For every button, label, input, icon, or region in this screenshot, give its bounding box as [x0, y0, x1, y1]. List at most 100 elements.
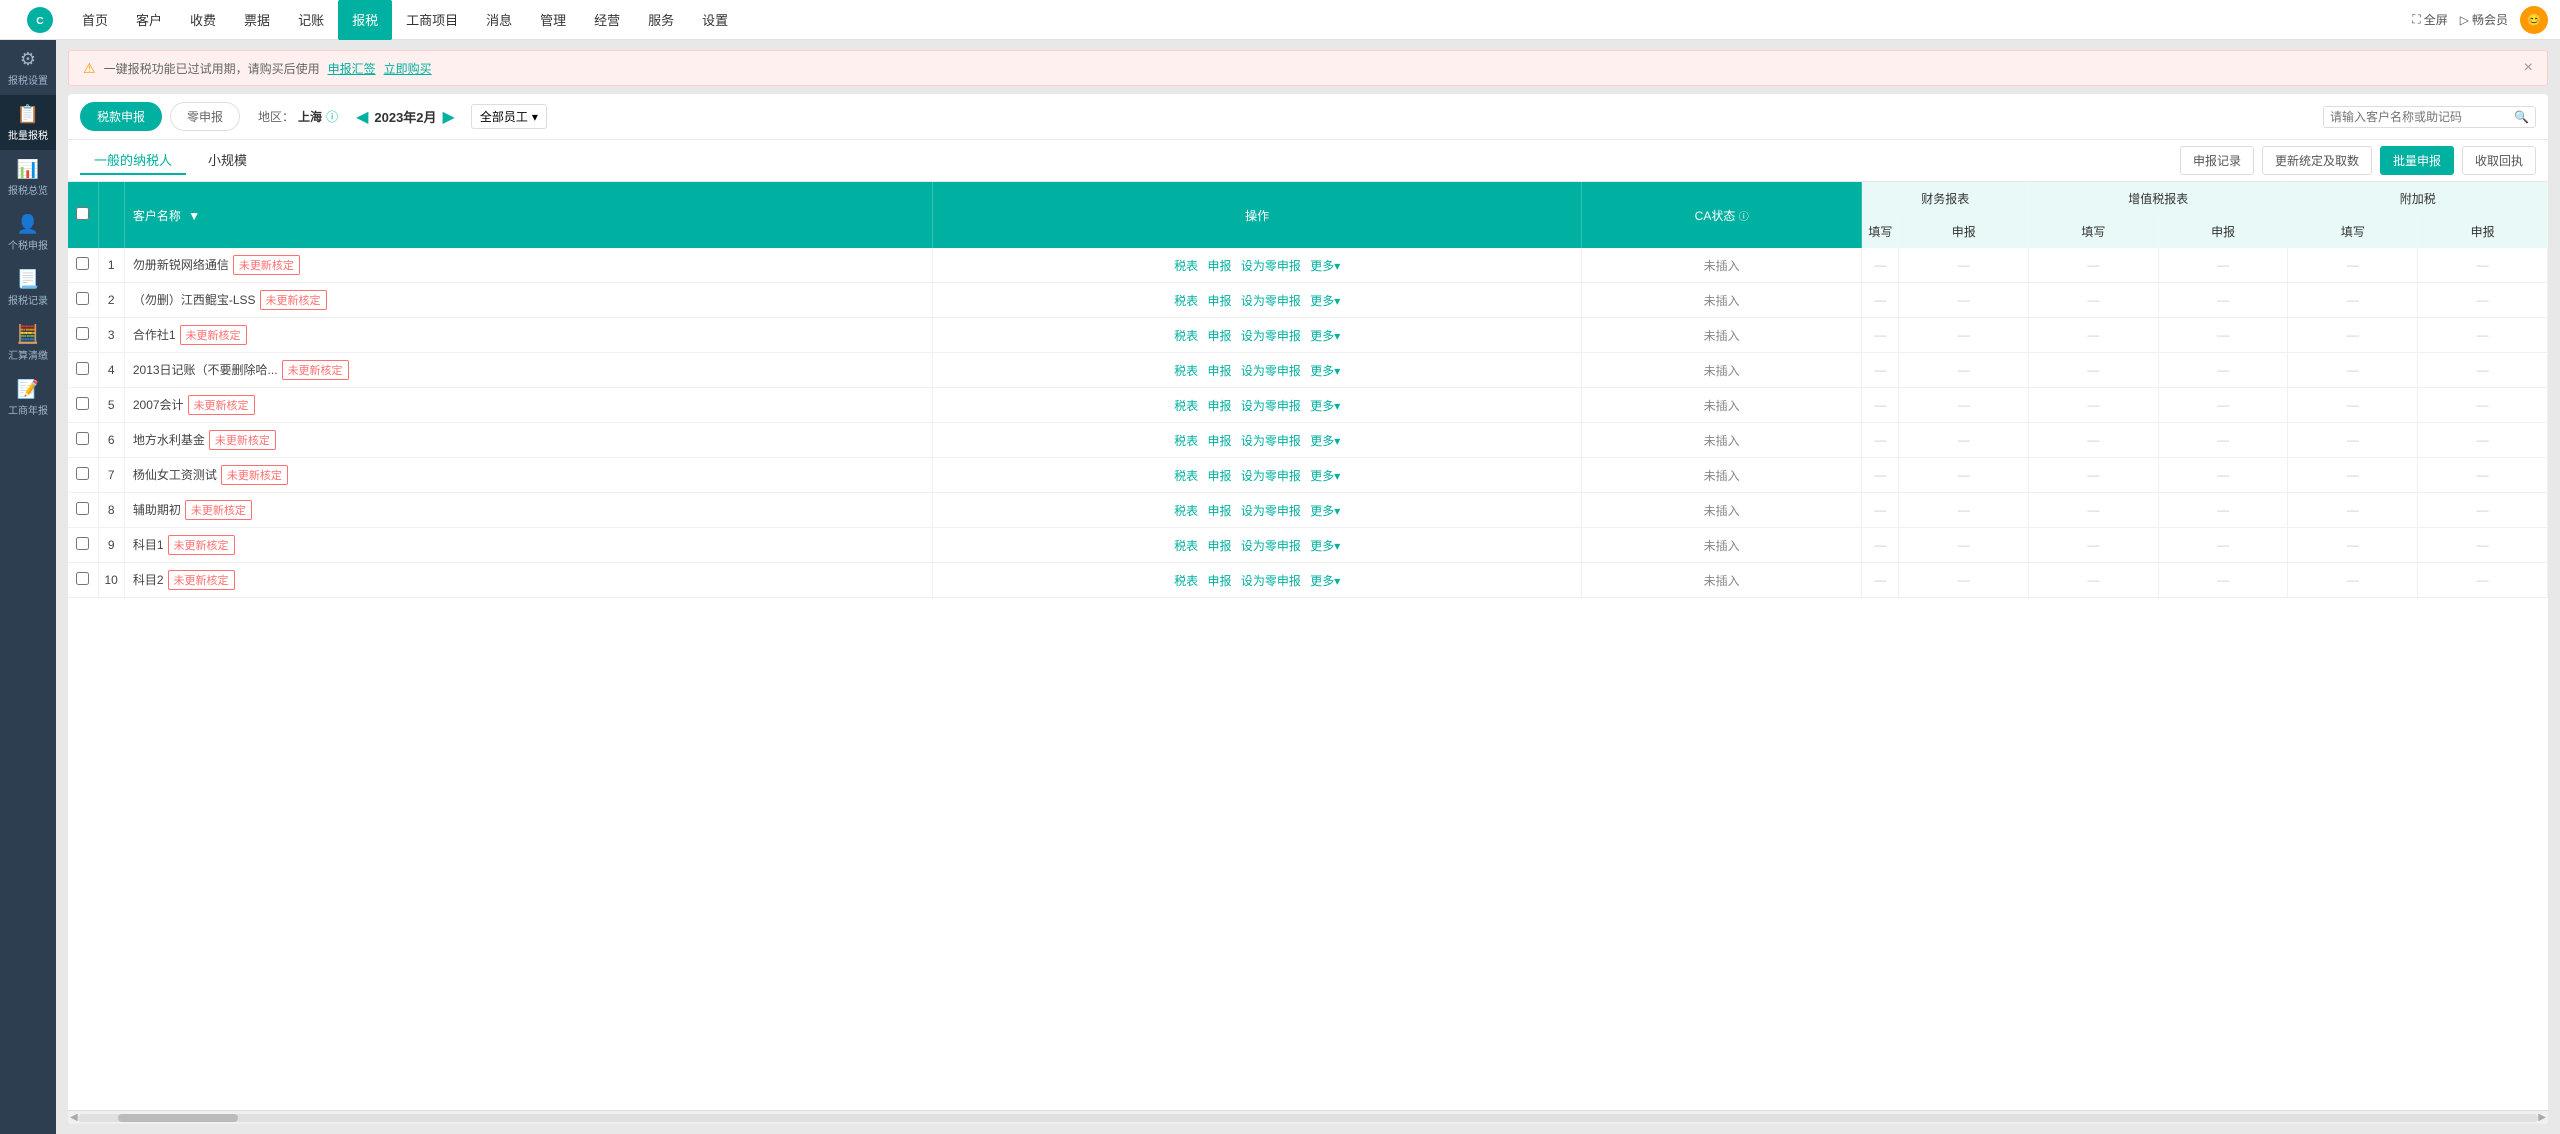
action-zero-3[interactable]: 设为零申报: [1241, 364, 1301, 378]
sidebar-item-5[interactable]: 🧮汇算清缴: [0, 315, 56, 370]
tab-zero-declare-button[interactable]: 零申报: [170, 102, 240, 131]
fullscreen-button[interactable]: ⛶ 全屏: [2412, 11, 2447, 28]
notice-close-button[interactable]: ×: [2524, 59, 2533, 77]
select-all-checkbox[interactable]: [76, 207, 89, 220]
sidebar-item-0[interactable]: ⚙报税设置: [0, 40, 56, 95]
action-taxform-3[interactable]: 税表: [1174, 364, 1198, 378]
collect-button[interactable]: 收取回执: [2462, 146, 2536, 175]
action-zero-4[interactable]: 设为零申报: [1241, 399, 1301, 413]
scroll-left-icon[interactable]: ◀: [70, 1112, 78, 1123]
tab-general-taxpayer[interactable]: 一般的纳税人: [80, 146, 186, 175]
action-more-4[interactable]: 更多▾: [1310, 399, 1340, 413]
action-declare-3[interactable]: 申报: [1207, 364, 1231, 378]
action-zero-2[interactable]: 设为零申报: [1241, 329, 1301, 343]
action-more-7[interactable]: 更多▾: [1310, 504, 1340, 518]
scroll-right-icon[interactable]: ▶: [2538, 1112, 2546, 1123]
main-area: ⚠ 一键报税功能已过试用期，请购买后使用 申报汇签 立即购买 × 税款申报 零申…: [56, 40, 2560, 1134]
sidebar-item-3[interactable]: 👤个税申报: [0, 205, 56, 260]
action-taxform-1[interactable]: 税表: [1174, 294, 1198, 308]
avatar[interactable]: 😊: [2520, 6, 2548, 34]
action-declare-1[interactable]: 申报: [1207, 294, 1231, 308]
row-checkbox-3[interactable]: [68, 353, 98, 388]
action-zero-7[interactable]: 设为零申报: [1241, 504, 1301, 518]
topnav-item-工商项目[interactable]: 工商项目: [392, 0, 472, 40]
tab-tax-declare-button[interactable]: 税款申报: [80, 102, 162, 131]
topnav-item-服务[interactable]: 服务: [634, 0, 688, 40]
row-checkbox-4[interactable]: [68, 388, 98, 423]
action-declare-8[interactable]: 申报: [1207, 539, 1231, 553]
staff-selector[interactable]: 全部员工 ▾: [471, 104, 547, 129]
sub-col-fill2: 填写: [2029, 215, 2159, 248]
row-checkbox-0[interactable]: [68, 248, 98, 283]
action-more-9[interactable]: 更多▾: [1310, 574, 1340, 588]
action-taxform-4[interactable]: 税表: [1174, 399, 1198, 413]
sidebar-item-2[interactable]: 📊报税总览: [0, 150, 56, 205]
topnav-item-设置[interactable]: 设置: [688, 0, 742, 40]
status-badge-0: 未更新核定: [233, 255, 300, 275]
action-more-5[interactable]: 更多▾: [1310, 434, 1340, 448]
action-taxform-0[interactable]: 税表: [1174, 259, 1198, 273]
row-checkbox-7[interactable]: [68, 493, 98, 528]
row-checkbox-8[interactable]: [68, 528, 98, 563]
row-checkbox-9[interactable]: [68, 563, 98, 598]
action-taxform-8[interactable]: 税表: [1174, 539, 1198, 553]
topnav-item-记账[interactable]: 记账: [284, 0, 338, 40]
action-declare-9[interactable]: 申报: [1207, 574, 1231, 588]
record-button[interactable]: 申报记录: [2180, 146, 2254, 175]
table-row: 6 地方水利基金未更新核定 税表 申报 设为零申报 更多▾ 未插入 — — — …: [68, 423, 2548, 458]
sort-icon[interactable]: ▼: [188, 209, 200, 223]
action-more-2[interactable]: 更多▾: [1310, 329, 1340, 343]
action-taxform-2[interactable]: 税表: [1174, 329, 1198, 343]
tab-small-scale[interactable]: 小规模: [194, 146, 261, 175]
action-more-3[interactable]: 更多▾: [1310, 364, 1340, 378]
row-checkbox-2[interactable]: [68, 318, 98, 353]
action-taxform-6[interactable]: 税表: [1174, 469, 1198, 483]
search-icon[interactable]: 🔍: [2514, 110, 2529, 124]
notice-link1[interactable]: 申报汇签: [328, 60, 376, 77]
search-input[interactable]: [2330, 110, 2510, 124]
action-declare-5[interactable]: 申报: [1207, 434, 1231, 448]
action-declare-6[interactable]: 申报: [1207, 469, 1231, 483]
action-declare-4[interactable]: 申报: [1207, 399, 1231, 413]
action-zero-0[interactable]: 设为零申报: [1241, 259, 1301, 273]
topnav-item-报税[interactable]: 报税: [338, 0, 392, 40]
action-more-0[interactable]: 更多▾: [1310, 259, 1340, 273]
sidebar-item-6[interactable]: 📝工商年报: [0, 370, 56, 425]
notice-link2[interactable]: 立即购买: [384, 60, 432, 77]
action-zero-1[interactable]: 设为零申报: [1241, 294, 1301, 308]
action-more-8[interactable]: 更多▾: [1310, 539, 1340, 553]
sub-col-fill3: 填写: [2288, 215, 2418, 248]
member-button[interactable]: ▷ 畅会员: [2460, 11, 2508, 28]
action-declare-7[interactable]: 申报: [1207, 504, 1231, 518]
topnav-item-收费[interactable]: 收费: [176, 0, 230, 40]
row-checkbox-5[interactable]: [68, 423, 98, 458]
topnav-item-票据[interactable]: 票据: [230, 0, 284, 40]
action-zero-9[interactable]: 设为零申报: [1241, 574, 1301, 588]
action-taxform-9[interactable]: 税表: [1174, 574, 1198, 588]
topnav-item-消息[interactable]: 消息: [472, 0, 526, 40]
action-declare-2[interactable]: 申报: [1207, 329, 1231, 343]
scrollbar-thumb[interactable]: [118, 1114, 238, 1122]
row-actions-8: 税表 申报 设为零申报 更多▾: [933, 528, 1582, 563]
row-checkbox-6[interactable]: [68, 458, 98, 493]
action-more-1[interactable]: 更多▾: [1310, 294, 1340, 308]
row-checkbox-1[interactable]: [68, 283, 98, 318]
action-declare-0[interactable]: 申报: [1207, 259, 1231, 273]
topnav-item-经营[interactable]: 经营: [580, 0, 634, 40]
topnav-item-首页[interactable]: 首页: [68, 0, 122, 40]
sidebar-item-4[interactable]: 📃报税记录: [0, 260, 56, 315]
update-button[interactable]: 更新统定及取数: [2262, 146, 2372, 175]
action-zero-8[interactable]: 设为零申报: [1241, 539, 1301, 553]
action-zero-6[interactable]: 设为零申报: [1241, 469, 1301, 483]
action-zero-5[interactable]: 设为零申报: [1241, 434, 1301, 448]
action-more-6[interactable]: 更多▾: [1310, 469, 1340, 483]
batch-declare-button[interactable]: 批量申报: [2380, 146, 2454, 175]
action-taxform-7[interactable]: 税表: [1174, 504, 1198, 518]
row-f3-2: —: [2029, 318, 2159, 353]
topnav-item-客户[interactable]: 客户: [122, 0, 176, 40]
prev-month-button[interactable]: ◀: [356, 107, 368, 127]
sidebar-item-1[interactable]: 📋批量报税: [0, 95, 56, 150]
next-month-button[interactable]: ▶: [443, 107, 455, 127]
topnav-item-管理[interactable]: 管理: [526, 0, 580, 40]
action-taxform-5[interactable]: 税表: [1174, 434, 1198, 448]
